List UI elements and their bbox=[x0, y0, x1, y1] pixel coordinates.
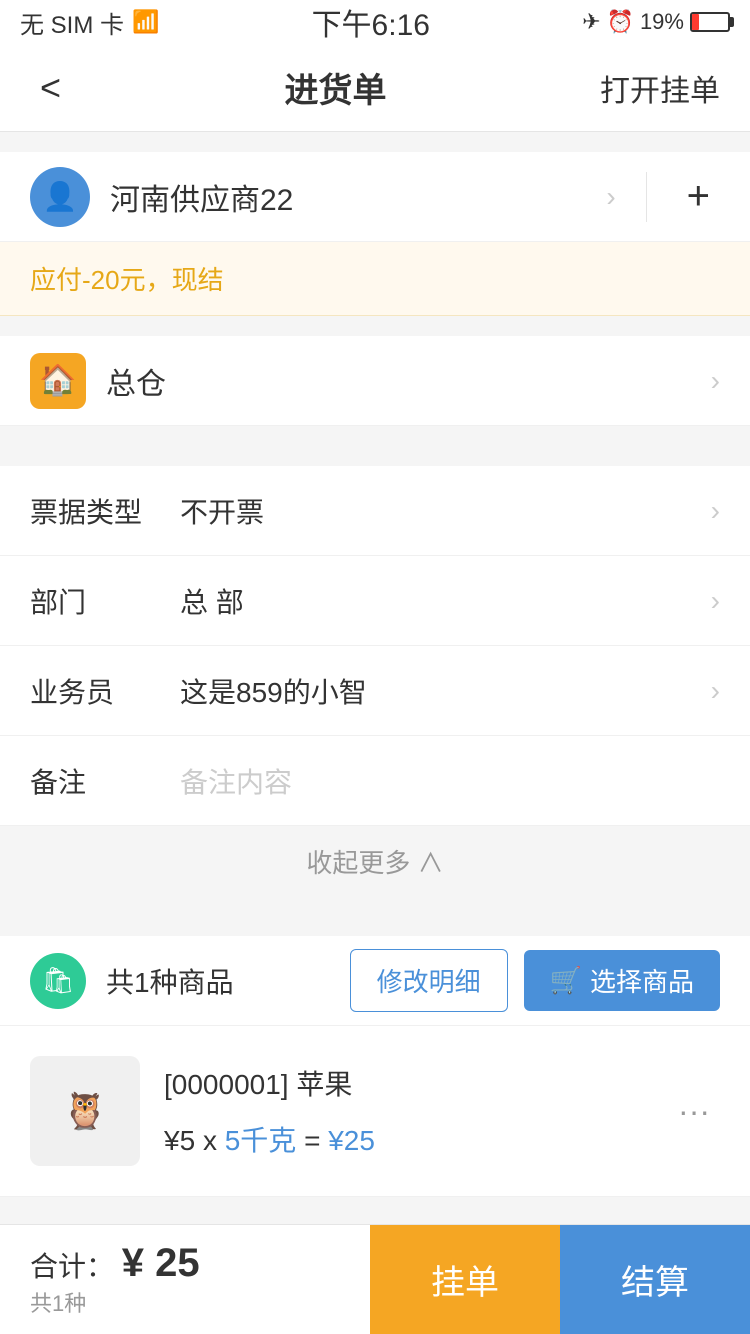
divider-1 bbox=[0, 316, 750, 336]
location-icon: ✈ bbox=[582, 9, 600, 35]
battery-percent: 19% bbox=[640, 9, 684, 35]
warehouse-arrow-icon: › bbox=[711, 365, 720, 397]
supplier-avatar: 👤 bbox=[30, 167, 90, 227]
battery-icon bbox=[690, 12, 730, 32]
salesperson-value: 这是859的小智 bbox=[170, 671, 711, 711]
supplier-row[interactable]: 👤 河南供应商22 › + bbox=[0, 152, 750, 242]
select-product-button[interactable]: 🛒 选择商品 bbox=[524, 950, 720, 1011]
total-label: 合计： bbox=[30, 1251, 114, 1282]
product-header: 🛍 共1种商品 修改明细 🛒 选择商品 bbox=[0, 936, 750, 1026]
total-count: 共1种 bbox=[30, 1286, 340, 1318]
salesperson-row[interactable]: 业务员 这是859的小智 › bbox=[0, 646, 750, 736]
back-button[interactable]: < bbox=[30, 57, 71, 119]
supplier-section: 👤 河南供应商22 › + 应付-20元，现结 bbox=[0, 152, 750, 316]
remark-input[interactable]: 备注内容 bbox=[170, 761, 720, 801]
open-hang-button[interactable]: 打开挂单 bbox=[600, 66, 720, 110]
status-bar: 无 SIM 卡 📶 下午6:16 ✈ ⏰ 19% bbox=[0, 0, 750, 44]
collapse-bar[interactable]: 收起更多 ∧ bbox=[0, 826, 750, 896]
product-price: ¥5 x 5千克 = ¥25 bbox=[164, 1119, 668, 1159]
warehouse-name: 总仓 bbox=[106, 359, 711, 403]
product-title: 苹果 bbox=[296, 1069, 352, 1100]
cart-icon: 🛒 bbox=[550, 965, 582, 996]
equals-sign: = bbox=[304, 1125, 328, 1156]
department-arrow-icon: › bbox=[711, 585, 720, 617]
alarm-icon: ⏰ bbox=[607, 9, 634, 35]
carrier-label: 无 SIM 卡 bbox=[20, 5, 124, 40]
avatar-icon: 👤 bbox=[43, 180, 78, 213]
hang-label: 挂单 bbox=[431, 1255, 499, 1304]
invoice-value: 不开票 bbox=[170, 491, 711, 531]
unit-price: ¥5 bbox=[164, 1125, 195, 1156]
supplier-arrow-icon: › bbox=[606, 181, 615, 213]
settle-button[interactable]: 结算 bbox=[560, 1225, 750, 1334]
notice-text: 应付-20元，现结 bbox=[30, 265, 224, 295]
select-product-label: 选择商品 bbox=[590, 962, 694, 999]
edit-detail-button[interactable]: 修改明细 bbox=[350, 949, 508, 1012]
settle-label: 结算 bbox=[621, 1255, 689, 1304]
quantity: 5千克 bbox=[225, 1125, 297, 1156]
salesperson-label: 业务员 bbox=[30, 671, 170, 711]
invoice-label: 票据类型 bbox=[30, 491, 170, 531]
collapse-label: 收起更多 ∧ bbox=[306, 843, 443, 880]
salesperson-arrow-icon: › bbox=[711, 675, 720, 707]
notice-bar: 应付-20元，现结 bbox=[0, 242, 750, 316]
divider-3 bbox=[0, 896, 750, 916]
remark-row[interactable]: 备注 备注内容 bbox=[0, 736, 750, 826]
total-section: 合计： ¥ 25 共1种 bbox=[0, 1241, 370, 1318]
invoice-row[interactable]: 票据类型 不开票 › bbox=[0, 466, 750, 556]
divider-2 bbox=[0, 426, 750, 446]
product-code: [0000001] bbox=[164, 1069, 289, 1100]
add-supplier-button[interactable]: + bbox=[677, 164, 720, 229]
bottom-bar: 合计： ¥ 25 共1种 挂单 结算 bbox=[0, 1224, 750, 1334]
status-time: 下午6:16 bbox=[312, 0, 430, 44]
remark-label: 备注 bbox=[30, 761, 170, 801]
owl-icon: 🦉 bbox=[63, 1090, 108, 1132]
status-left: 无 SIM 卡 📶 bbox=[20, 5, 159, 40]
total-row: 合计： ¥ 25 bbox=[30, 1241, 340, 1286]
department-row[interactable]: 部门 总 部 › bbox=[0, 556, 750, 646]
supplier-name: 河南供应商22 bbox=[110, 175, 606, 219]
warehouse-row[interactable]: 🏠 总仓 › bbox=[0, 336, 750, 426]
vertical-divider bbox=[646, 172, 647, 222]
nav-bar: < 进货单 打开挂单 bbox=[0, 44, 750, 132]
multiply-sign: x bbox=[203, 1125, 225, 1156]
top-divider bbox=[0, 132, 750, 152]
more-button[interactable]: ··· bbox=[668, 1083, 720, 1140]
form-section: 票据类型 不开票 › 部门 总 部 › 业务员 这是859的小智 › 备注 备注… bbox=[0, 466, 750, 826]
invoice-arrow-icon: › bbox=[711, 495, 720, 527]
department-value: 总 部 bbox=[170, 581, 711, 621]
product-name: [0000001] 苹果 bbox=[164, 1063, 668, 1103]
page-title: 进货单 bbox=[285, 63, 387, 112]
warehouse-icon: 🏠 bbox=[30, 353, 86, 409]
total-price: ¥25 bbox=[328, 1125, 375, 1156]
product-thumbnail: 🦉 bbox=[30, 1056, 140, 1166]
department-label: 部门 bbox=[30, 581, 170, 621]
product-count: 共1种商品 bbox=[106, 961, 350, 1001]
total-amount: ¥ 25 bbox=[122, 1241, 200, 1285]
bag-icon: 🛍 bbox=[41, 965, 74, 996]
product-item: 🦉 [0000001] 苹果 ¥5 x 5千克 = ¥25 ··· bbox=[0, 1026, 750, 1197]
product-info: [0000001] 苹果 ¥5 x 5千克 = ¥25 bbox=[164, 1063, 668, 1159]
product-icon: 🛍 bbox=[30, 953, 86, 1009]
hang-button[interactable]: 挂单 bbox=[370, 1225, 560, 1334]
status-right: ✈ ⏰ 19% bbox=[582, 9, 730, 35]
wifi-icon: 📶 bbox=[132, 9, 159, 35]
